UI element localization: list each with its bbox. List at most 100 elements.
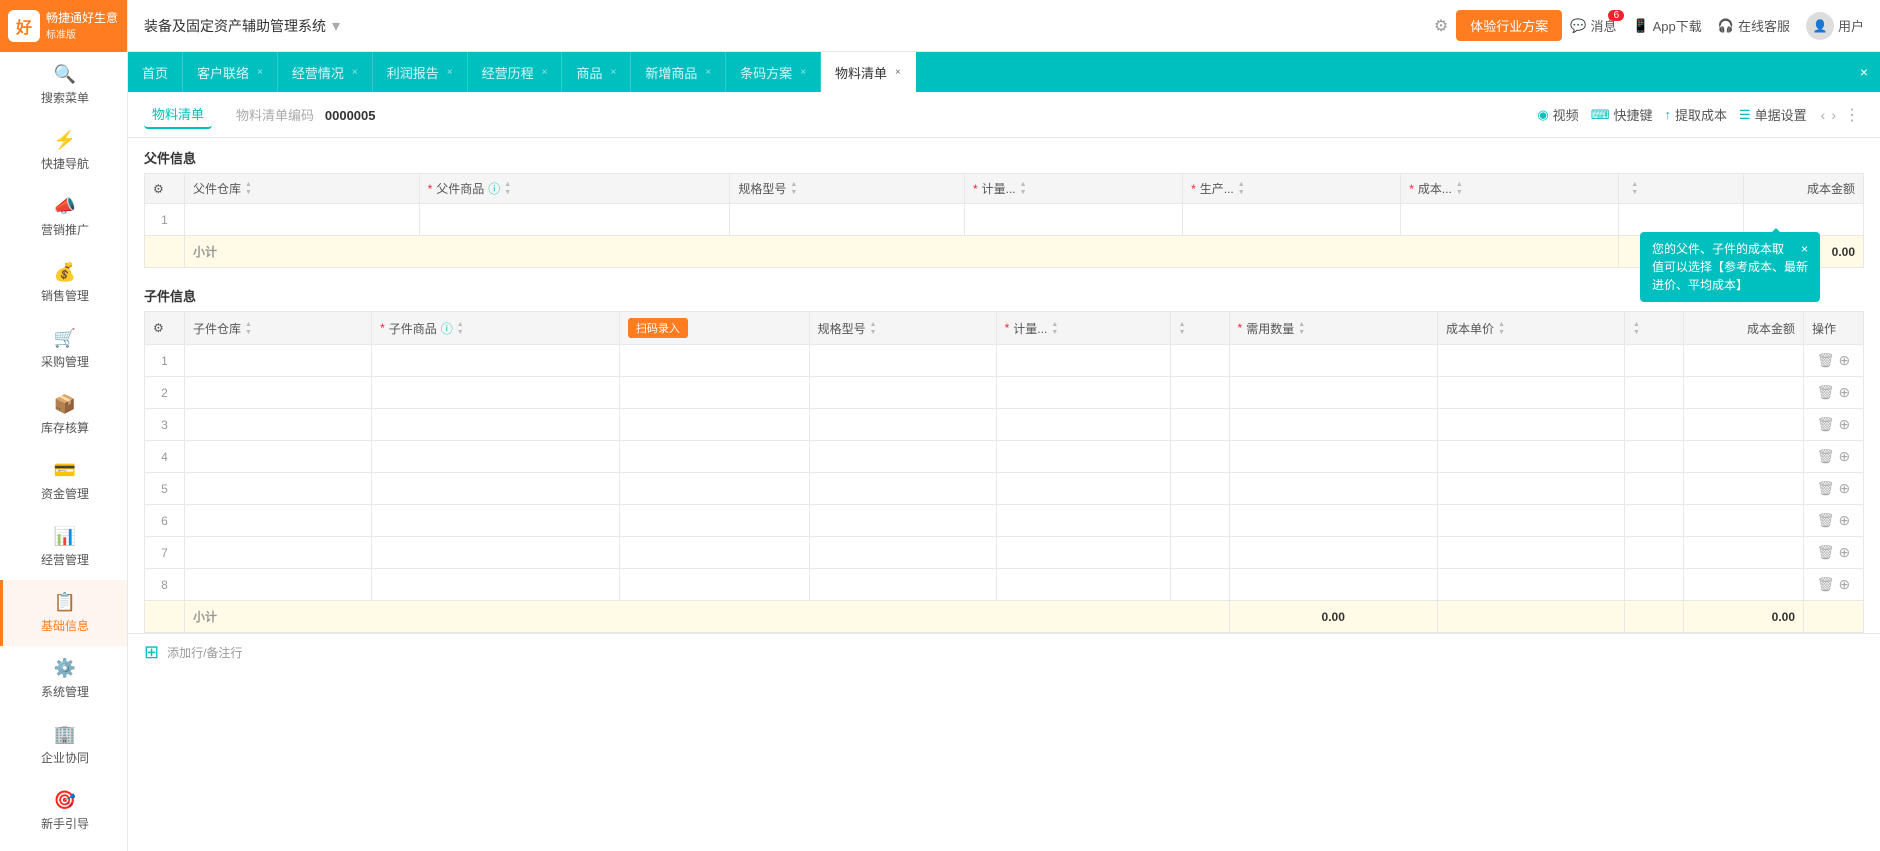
settings-icon[interactable]: ⚙ xyxy=(1434,16,1448,36)
child-cell-extra2[interactable] xyxy=(1625,537,1684,569)
sidebar-item-enterprise[interactable]: 🏢 企业协同 xyxy=(0,712,127,778)
child-cell-spec[interactable] xyxy=(809,409,996,441)
child-cell-spec[interactable] xyxy=(809,441,996,473)
scan-input-button[interactable]: 扫码录入 xyxy=(628,318,688,338)
nav-close-all-button[interactable]: × xyxy=(1848,64,1880,80)
child-cell-unit[interactable] xyxy=(996,473,1170,505)
copy-icon[interactable]: ⊕ xyxy=(1839,512,1851,529)
trial-button[interactable]: 体验行业方案 xyxy=(1456,10,1562,41)
child-cell-unit-cost[interactable] xyxy=(1437,409,1624,441)
delete-icon[interactable]: 🗑 xyxy=(1817,480,1835,497)
child-cell-goods[interactable] xyxy=(372,345,620,377)
child-cell-warehouse[interactable] xyxy=(185,473,372,505)
child-cell-qty[interactable] xyxy=(1229,473,1437,505)
child-cell-amount[interactable] xyxy=(1684,377,1804,409)
parent-cell-amount[interactable] xyxy=(1744,204,1864,236)
child-cell-spec[interactable] xyxy=(809,505,996,537)
child-cell-scan[interactable] xyxy=(619,505,809,537)
child-cell-goods[interactable] xyxy=(372,505,620,537)
child-cell-qty[interactable] xyxy=(1229,505,1437,537)
child-cell-extra[interactable] xyxy=(1170,505,1229,537)
action-cost[interactable]: ↑ 提取成本 xyxy=(1664,105,1727,124)
child-cell-extra[interactable] xyxy=(1170,345,1229,377)
child-cell-spec[interactable] xyxy=(809,345,996,377)
tab-profit[interactable]: 利润报告 × xyxy=(373,52,468,92)
tab-bom[interactable]: 物料清单 × xyxy=(821,52,916,92)
delete-icon[interactable]: 🗑 xyxy=(1817,384,1835,401)
child-cell-warehouse[interactable] xyxy=(185,345,372,377)
child-cell-extra2[interactable] xyxy=(1625,345,1684,377)
child-cell-goods[interactable] xyxy=(372,569,620,601)
sidebar-item-newbie[interactable]: 🎯 新手引导 xyxy=(0,778,127,844)
tab-barcode[interactable]: 条码方案 × xyxy=(726,52,821,92)
tab-close-icon[interactable]: × xyxy=(610,67,616,78)
tab-close-icon[interactable]: × xyxy=(447,67,453,78)
child-cell-unit-cost[interactable] xyxy=(1437,441,1624,473)
more-options-icon[interactable]: ⋮ xyxy=(1840,105,1864,125)
tab-home[interactable]: 首页 xyxy=(128,52,183,92)
delete-icon[interactable]: 🗑 xyxy=(1817,576,1835,593)
child-cell-unit[interactable] xyxy=(996,505,1170,537)
child-cell-warehouse[interactable] xyxy=(185,409,372,441)
child-cell-amount[interactable] xyxy=(1684,569,1804,601)
parent-cell-unit[interactable] xyxy=(964,204,1182,236)
sidebar-item-system[interactable]: ⚙️ 系统管理 xyxy=(0,646,127,712)
tooltip-close-button[interactable]: × xyxy=(1801,240,1808,258)
child-cell-goods[interactable] xyxy=(372,441,620,473)
child-cell-unit[interactable] xyxy=(996,377,1170,409)
online-service-button[interactable]: 🎧 在线客服 xyxy=(1718,16,1790,35)
prev-arrow-icon[interactable]: ‹ xyxy=(1819,107,1828,123)
copy-icon[interactable]: ⊕ xyxy=(1839,416,1851,433)
child-cell-qty[interactable] xyxy=(1229,441,1437,473)
delete-icon[interactable]: 🗑 xyxy=(1817,544,1835,561)
parent-cell-spec[interactable] xyxy=(730,204,965,236)
gear-icon[interactable]: ⚙ xyxy=(153,321,164,335)
child-cell-scan[interactable] xyxy=(619,569,809,601)
child-cell-scan[interactable] xyxy=(619,441,809,473)
tab-new-goods[interactable]: 新增商品 × xyxy=(631,52,726,92)
child-cell-scan[interactable] xyxy=(619,345,809,377)
sub-tab-bom[interactable]: 物料清单 xyxy=(144,100,212,129)
child-cell-amount[interactable] xyxy=(1684,473,1804,505)
copy-icon[interactable]: ⊕ xyxy=(1839,480,1851,497)
child-cell-goods[interactable] xyxy=(372,537,620,569)
child-cell-extra[interactable] xyxy=(1170,537,1229,569)
tab-customer[interactable]: 客户联络 × xyxy=(183,52,278,92)
copy-icon[interactable]: ⊕ xyxy=(1839,352,1851,369)
sub-tab-code[interactable]: 物料清单编码 0000005 xyxy=(228,101,383,128)
child-cell-extra[interactable] xyxy=(1170,377,1229,409)
child-cell-goods[interactable] xyxy=(372,473,620,505)
child-cell-scan[interactable] xyxy=(619,537,809,569)
child-cell-unit[interactable] xyxy=(996,569,1170,601)
child-cell-qty[interactable] xyxy=(1229,377,1437,409)
child-cell-amount[interactable] xyxy=(1684,441,1804,473)
tab-close-icon[interactable]: × xyxy=(257,67,263,78)
tab-history[interactable]: 经营历程 × xyxy=(468,52,563,92)
child-cell-extra2[interactable] xyxy=(1625,409,1684,441)
message-button[interactable]: 💬 消息 6 xyxy=(1570,16,1616,35)
copy-icon[interactable]: ⊕ xyxy=(1839,448,1851,465)
parent-cell-goods[interactable] xyxy=(419,204,730,236)
parent-cell-produce[interactable] xyxy=(1183,204,1401,236)
child-cell-unit[interactable] xyxy=(996,409,1170,441)
child-cell-unit-cost[interactable] xyxy=(1437,537,1624,569)
copy-icon[interactable]: ⊕ xyxy=(1839,544,1851,561)
delete-icon[interactable]: 🗑 xyxy=(1817,352,1835,369)
child-cell-unit[interactable] xyxy=(996,441,1170,473)
child-cell-warehouse[interactable] xyxy=(185,569,372,601)
child-cell-goods[interactable] xyxy=(372,377,620,409)
next-arrow-icon[interactable]: › xyxy=(1829,107,1838,123)
action-video[interactable]: ◉ 视频 xyxy=(1537,105,1578,124)
child-cell-unit-cost[interactable] xyxy=(1437,345,1624,377)
tab-close-icon[interactable]: × xyxy=(352,67,358,78)
sidebar-item-quicknav[interactable]: ⚡ 快捷导航 xyxy=(0,118,127,184)
child-cell-spec[interactable] xyxy=(809,377,996,409)
child-cell-extra[interactable] xyxy=(1170,441,1229,473)
sidebar-item-finance[interactable]: 💳 资金管理 xyxy=(0,448,127,514)
add-row-icon[interactable]: ⊞ xyxy=(144,642,159,663)
child-cell-spec[interactable] xyxy=(809,569,996,601)
child-cell-scan[interactable] xyxy=(619,409,809,441)
child-cell-extra2[interactable] xyxy=(1625,569,1684,601)
child-cell-spec[interactable] xyxy=(809,537,996,569)
child-cell-qty[interactable] xyxy=(1229,345,1437,377)
